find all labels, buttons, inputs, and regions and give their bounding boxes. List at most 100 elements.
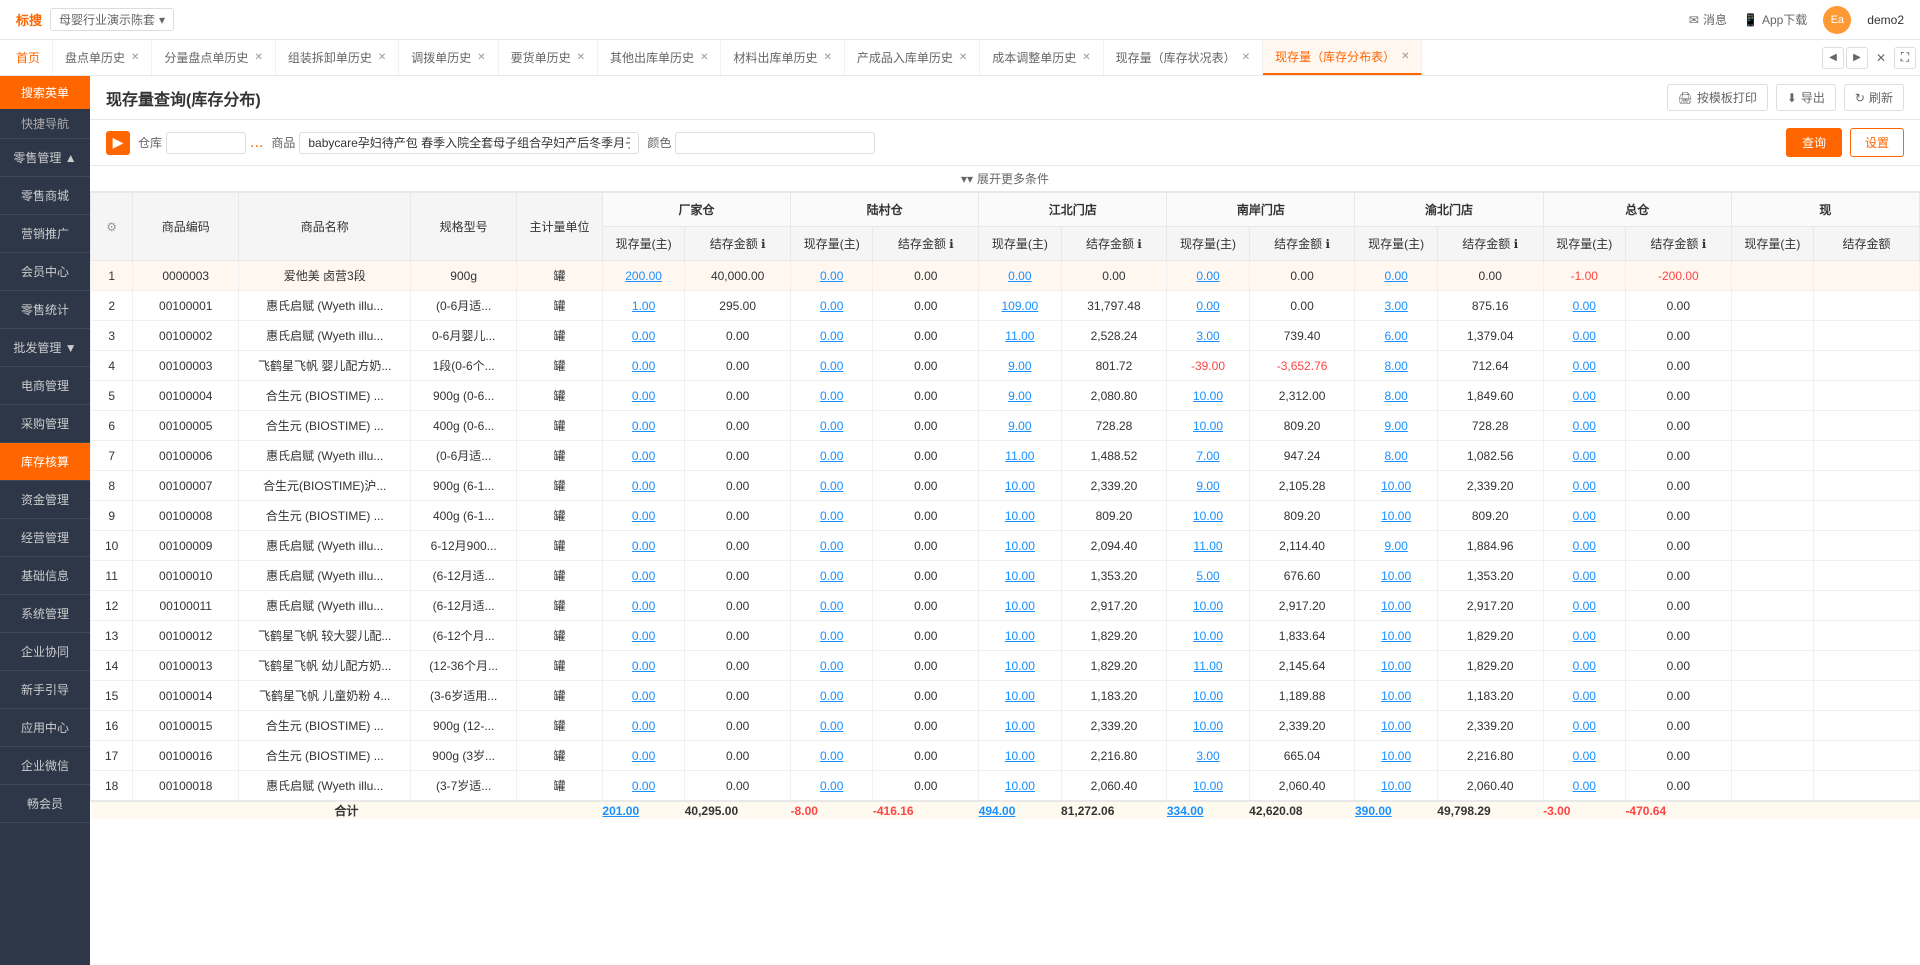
td-qty[interactable]: 0.00	[602, 591, 684, 621]
table-area[interactable]: ⚙ 商品编码 商品名称 规格型号 主计量单位 厂家仓 陆村仓 江北门店 南岸门店…	[90, 192, 1920, 965]
td-qty[interactable]: 0.00	[791, 771, 873, 802]
td-qty[interactable]: 109.00	[979, 291, 1061, 321]
td-qty[interactable]: 0.00	[791, 471, 873, 501]
td-qty[interactable]: 3.00	[1167, 321, 1249, 351]
td-qty[interactable]: 10.00	[979, 741, 1061, 771]
td-qty[interactable]: 9.00	[979, 411, 1061, 441]
tab-other-out[interactable]: 其他出库单历史✕	[598, 40, 721, 75]
td-qty[interactable]: 0.00	[791, 411, 873, 441]
td-qty[interactable]: 10.00	[979, 471, 1061, 501]
td-qty[interactable]: 0.00	[1543, 291, 1625, 321]
warehouse-input[interactable]	[166, 132, 246, 154]
td-qty[interactable]: 3.00	[1167, 741, 1249, 771]
td-qty[interactable]: 0.00	[602, 351, 684, 381]
td-qty[interactable]: 10.00	[979, 621, 1061, 651]
td-qty[interactable]: 0.00	[1543, 501, 1625, 531]
td-qty[interactable]: 11.00	[1167, 651, 1249, 681]
td-qty[interactable]: 10.00	[1355, 471, 1437, 501]
app-download-btn[interactable]: 📱 App下载	[1743, 11, 1807, 28]
td-qty[interactable]: 0.00	[1543, 411, 1625, 441]
td-qty[interactable]: 0.00	[602, 711, 684, 741]
td-qty[interactable]: 10.00	[979, 531, 1061, 561]
sidebar-item-ecommerce[interactable]: 电商管理	[0, 367, 90, 405]
td-qty[interactable]: 10.00	[1167, 501, 1249, 531]
sidebar-item-search[interactable]: 搜索英单	[0, 76, 90, 109]
td-qty[interactable]: 0.00	[1355, 261, 1437, 291]
sidebar-item-purchase[interactable]: 采购管理	[0, 405, 90, 443]
td-qty[interactable]: 0.00	[791, 291, 873, 321]
td-qty[interactable]: 0.00	[1167, 261, 1249, 291]
footer-c4q[interactable]: 334.00	[1167, 801, 1249, 819]
td-qty[interactable]: 0.00	[1543, 531, 1625, 561]
td-qty[interactable]: 10.00	[979, 501, 1061, 531]
td-qty[interactable]: 0.00	[1543, 741, 1625, 771]
td-qty[interactable]: 0.00	[791, 651, 873, 681]
footer-c5q[interactable]: 390.00	[1355, 801, 1437, 819]
td-qty[interactable]: 10.00	[979, 711, 1061, 741]
sidebar-item-quick-nav[interactable]: 快捷导航	[0, 109, 90, 139]
td-qty[interactable]: 0.00	[602, 651, 684, 681]
td-qty[interactable]: 0.00	[791, 351, 873, 381]
td-qty[interactable]: 10.00	[1355, 621, 1437, 651]
td-qty[interactable]: 10.00	[1167, 621, 1249, 651]
td-qty[interactable]: 0.00	[791, 501, 873, 531]
sidebar-item-retail-mgmt[interactable]: 零售管理 ▲	[0, 139, 90, 177]
close-icon[interactable]: ✕	[477, 52, 485, 63]
nav-close-btn[interactable]: ✕	[1870, 47, 1892, 69]
td-qty[interactable]: 0.00	[791, 321, 873, 351]
td-qty[interactable]: 0.00	[602, 321, 684, 351]
sidebar-item-apps[interactable]: 应用中心	[0, 709, 90, 747]
td-qty[interactable]: 0.00	[602, 381, 684, 411]
td-qty[interactable]: 0.00	[791, 561, 873, 591]
td-qty[interactable]: 0.00	[791, 531, 873, 561]
td-qty[interactable]: 0.00	[602, 771, 684, 802]
td-qty[interactable]: 11.00	[979, 321, 1061, 351]
td-qty[interactable]: 0.00	[602, 411, 684, 441]
td-qty[interactable]: 10.00	[1355, 711, 1437, 741]
td-qty[interactable]: 10.00	[1167, 681, 1249, 711]
tab-transfer[interactable]: 调拨单历史✕	[399, 40, 498, 75]
sidebar-item-member2[interactable]: 畅会员	[0, 785, 90, 823]
nav-expand-btn[interactable]: ⛶	[1894, 47, 1916, 69]
td-qty[interactable]: 0.00	[1167, 291, 1249, 321]
sidebar-item-guide[interactable]: 新手引导	[0, 671, 90, 709]
close-icon[interactable]: ✕	[1082, 52, 1090, 63]
nav-next-btn[interactable]: ▶	[1846, 47, 1868, 69]
td-qty[interactable]: 10.00	[1355, 651, 1437, 681]
td-qty[interactable]: 0.00	[602, 441, 684, 471]
expand-conditions-btn[interactable]: ▾▾ 展开更多条件	[961, 170, 1049, 187]
setting-button[interactable]: 设置	[1850, 128, 1904, 157]
td-qty[interactable]: 10.00	[979, 651, 1061, 681]
td-qty[interactable]: 0.00	[1543, 351, 1625, 381]
td-qty[interactable]: 10.00	[1355, 771, 1437, 802]
tab-stock-dist[interactable]: 现存量（库存分布表）✕	[1263, 40, 1422, 75]
sidebar-item-system[interactable]: 系统管理	[0, 595, 90, 633]
close-icon[interactable]: ✕	[577, 52, 585, 63]
td-qty[interactable]: 0.00	[602, 621, 684, 651]
td-qty[interactable]: 10.00	[1167, 411, 1249, 441]
td-qty[interactable]: 10.00	[979, 681, 1061, 711]
td-qty[interactable]: 0.00	[1543, 441, 1625, 471]
td-qty[interactable]: 10.00	[979, 591, 1061, 621]
td-qty[interactable]: 0.00	[602, 561, 684, 591]
td-qty[interactable]: 0.00	[1543, 711, 1625, 741]
td-qty[interactable]: 0.00	[791, 261, 873, 291]
td-qty[interactable]: 3.00	[1355, 291, 1437, 321]
td-qty[interactable]: 1.00	[602, 291, 684, 321]
org-selector[interactable]: 母婴行业演示陈套 ▾	[50, 8, 174, 31]
tab-stock-status[interactable]: 现存量（库存状况表）✕	[1104, 40, 1263, 75]
td-qty[interactable]: 8.00	[1355, 441, 1437, 471]
td-qty[interactable]: 9.00	[979, 351, 1061, 381]
close-icon[interactable]: ✕	[378, 52, 386, 63]
td-qty[interactable]: 9.00	[1167, 471, 1249, 501]
td-qty[interactable]: 0.00	[791, 711, 873, 741]
td-qty[interactable]: 0.00	[791, 591, 873, 621]
td-qty[interactable]: 6.00	[1355, 321, 1437, 351]
td-qty[interactable]: 0.00	[791, 381, 873, 411]
td-qty[interactable]: 0.00	[1543, 651, 1625, 681]
close-icon[interactable]: ✕	[700, 52, 708, 63]
tab-inventory-check[interactable]: 盘点单历史✕	[53, 40, 152, 75]
td-qty[interactable]: 11.00	[1167, 531, 1249, 561]
avatar[interactable]: Ea	[1823, 6, 1851, 34]
td-qty[interactable]: 0.00	[602, 681, 684, 711]
